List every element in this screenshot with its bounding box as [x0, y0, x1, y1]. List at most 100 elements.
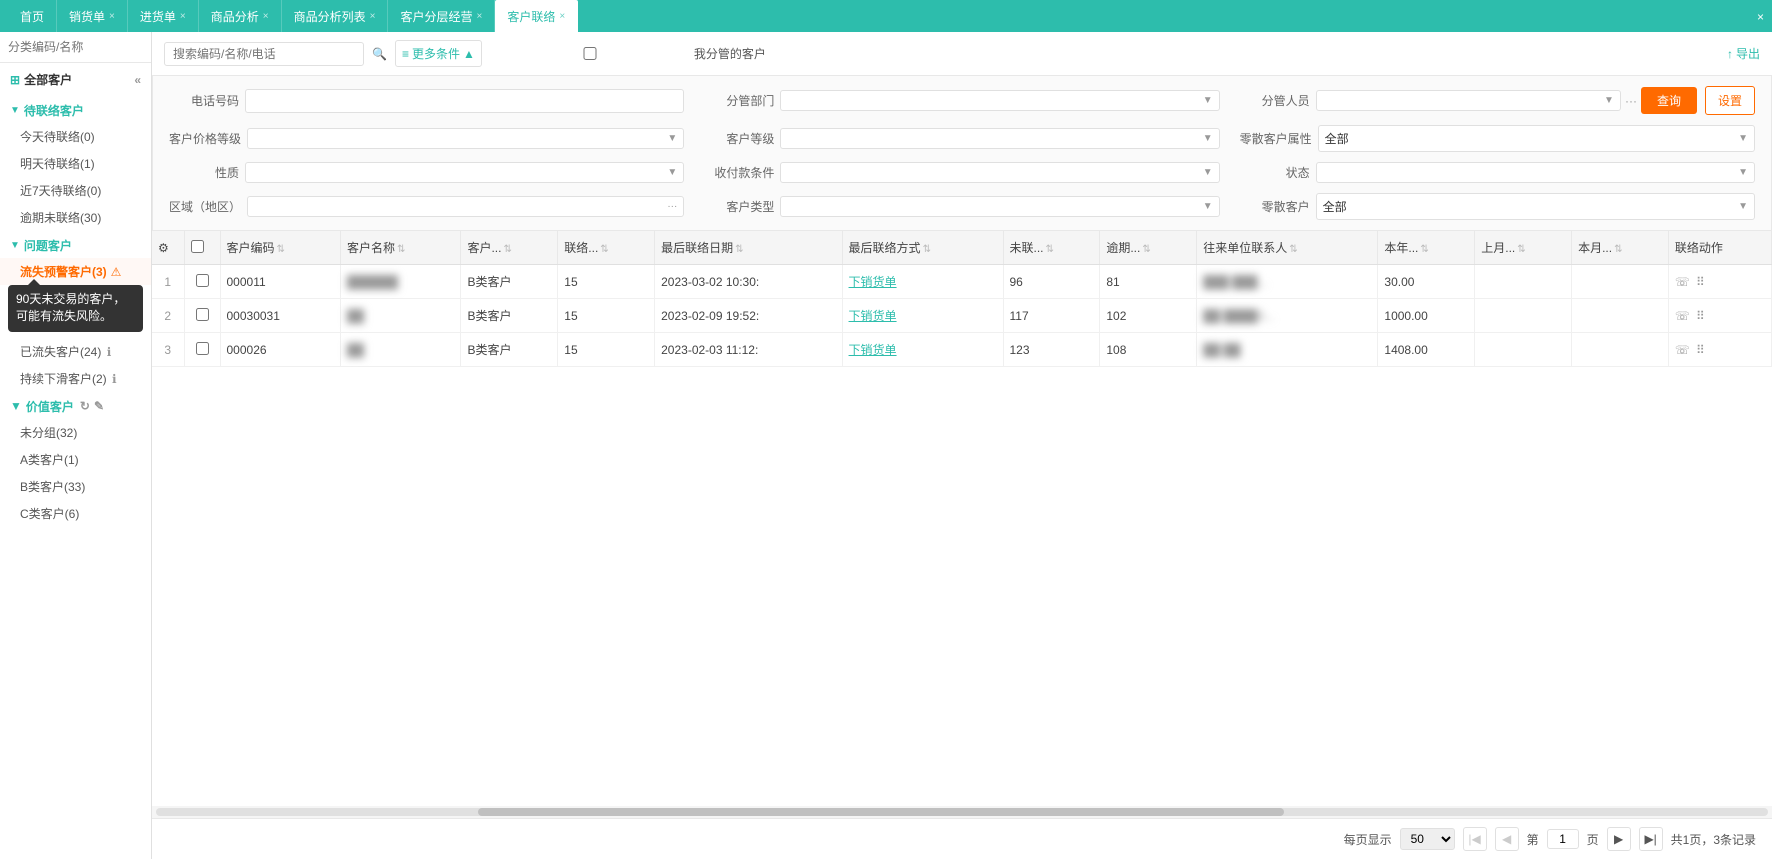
sidebar-section-problem[interactable]: ▼ 问题客户: [0, 231, 151, 258]
edit-icon[interactable]: ✎: [94, 399, 104, 413]
sidebar-item-churned[interactable]: 已流失客户(24) ℹ: [0, 338, 151, 365]
col-code: 客户编码⇅: [220, 231, 340, 265]
tab-purchase-order[interactable]: 进货单 ×: [128, 0, 199, 32]
person-select[interactable]: ▼: [1316, 90, 1621, 111]
prev-page-button[interactable]: ◀: [1495, 827, 1519, 851]
sidebar-item-churn-warning[interactable]: 流失预警客户(3) ⚠: [0, 258, 151, 285]
price-tier-select[interactable]: ▼: [247, 128, 684, 149]
scrollbar-thumb[interactable]: [478, 808, 1284, 816]
row-last-month: [1475, 333, 1572, 367]
retail-attr-select[interactable]: 全部 ▼: [1318, 125, 1755, 152]
row-checkbox[interactable]: [184, 265, 220, 299]
close-icon[interactable]: ×: [370, 11, 376, 22]
status-select[interactable]: ▼: [1316, 162, 1755, 183]
close-icon[interactable]: ×: [263, 11, 269, 22]
row-last-contact-method[interactable]: 下销货单: [842, 299, 1003, 333]
search-btn[interactable]: 🔍: [372, 47, 387, 61]
search-input[interactable]: [164, 42, 364, 66]
close-icon[interactable]: ×: [109, 11, 115, 22]
horizontal-scrollbar[interactable]: [152, 806, 1772, 818]
phone-input[interactable]: [245, 89, 684, 113]
col-last-month: 上月...⇅: [1475, 231, 1572, 265]
col-settings[interactable]: ⚙: [152, 231, 184, 265]
region-select[interactable]: ···: [247, 196, 684, 217]
advanced-filter-panel: 电话号码 分管部门 ▼ 分管人员 ▼ ···: [152, 76, 1772, 231]
sidebar-item-7days-pending[interactable]: 近7天待联络(0): [0, 177, 151, 204]
collapse-icon[interactable]: «: [134, 73, 141, 87]
contact-icon[interactable]: ☏: [1675, 343, 1690, 357]
dept-select[interactable]: ▼: [780, 90, 1219, 111]
more-action-icon[interactable]: ⠿: [1696, 343, 1705, 357]
tab-customer-tier[interactable]: 客户分层经营 ×: [388, 0, 495, 32]
row-name: ██████: [340, 265, 460, 299]
category-search-input[interactable]: [8, 40, 152, 54]
sidebar-item-class-a[interactable]: A类客户(1): [0, 446, 151, 473]
refresh-icon[interactable]: ↻: [80, 399, 90, 413]
contact-icon[interactable]: ☏: [1675, 275, 1690, 289]
tab-sales-order[interactable]: 销货单 ×: [57, 0, 128, 32]
setting-button[interactable]: 设置: [1705, 86, 1755, 115]
expand-arrow-icon: ▼: [10, 399, 22, 413]
contact-icon[interactable]: ☏: [1675, 309, 1690, 323]
query-button[interactable]: 查询: [1641, 87, 1697, 114]
row-uncontacted: 117: [1003, 299, 1100, 333]
row-last-contact-method[interactable]: 下销货单: [842, 265, 1003, 299]
customer-type-select[interactable]: ▼: [780, 196, 1219, 217]
grid-icon: ⊞: [10, 73, 20, 87]
select-all-checkbox[interactable]: [191, 240, 204, 253]
next-page-button[interactable]: ▶: [1607, 827, 1631, 851]
page-number-input[interactable]: [1547, 829, 1579, 849]
page-prefix: 第: [1527, 831, 1539, 848]
customer-tier-select[interactable]: ▼: [780, 128, 1219, 149]
more-conditions-button[interactable]: ≡ 更多条件 ▲: [395, 40, 482, 67]
data-table-wrapper: ⚙ 客户编码⇅ 客户名称⇅ 客户...⇅ 联络...⇅ 最后联络日期⇅ 最后联络…: [152, 231, 1772, 806]
close-icon[interactable]: ×: [180, 11, 186, 22]
customer-tier-label: 客户等级: [704, 130, 774, 147]
first-page-button[interactable]: |◀: [1463, 827, 1487, 851]
row-liaison: ██ ██: [1197, 333, 1378, 367]
warning-icon: ⚠: [111, 265, 122, 279]
sidebar-section-pending[interactable]: ▼ 待联络客户: [0, 96, 151, 123]
export-button[interactable]: ↑ 导出: [1727, 45, 1760, 62]
sidebar-item-ungrouped[interactable]: 未分组(32): [0, 419, 151, 446]
sidebar-section-value[interactable]: ▼ 价值客户 ↻ ✎: [0, 392, 151, 419]
row-last-contact-method[interactable]: 下销货单: [842, 333, 1003, 367]
person-label: 分管人员: [1240, 92, 1310, 109]
tab-customer-contact[interactable]: 客户联络 ×: [495, 0, 578, 32]
my-customers-checkbox-label[interactable]: 我分管的客户: [490, 45, 766, 62]
tab-home[interactable]: 首页: [8, 0, 57, 32]
last-page-button[interactable]: ▶|: [1639, 827, 1663, 851]
row-liaison: ██ ████3...: [1197, 299, 1378, 333]
info-icon: ℹ: [107, 345, 112, 359]
per-page-label: 每页显示: [1344, 831, 1392, 848]
my-customers-checkbox[interactable]: [490, 47, 690, 60]
chevron-down-icon: ▼: [1604, 95, 1614, 106]
nature-select[interactable]: ▼: [245, 162, 684, 183]
sidebar-item-today-pending[interactable]: 今天待联络(0): [0, 123, 151, 150]
payment-select[interactable]: ▼: [780, 162, 1219, 183]
sidebar-item-overdue-contact[interactable]: 逾期未联络(30): [0, 204, 151, 231]
row-liaison: ███ ███...: [1197, 265, 1378, 299]
row-checkbox[interactable]: [184, 333, 220, 367]
col-checkbox[interactable]: [184, 231, 220, 265]
retail-customer-select[interactable]: 全部 ▼: [1316, 193, 1755, 220]
table-row: 2 00030031 ██ B类客户 15 2023-02-09 19:52: …: [152, 299, 1772, 333]
close-all-button[interactable]: ×: [1757, 8, 1764, 24]
more-action-icon[interactable]: ⠿: [1696, 309, 1705, 323]
close-icon[interactable]: ×: [476, 11, 482, 22]
price-tier-label: 客户价格等级: [169, 130, 241, 147]
row-checkbox[interactable]: [184, 299, 220, 333]
more-action-icon[interactable]: ⠿: [1696, 275, 1705, 289]
close-icon[interactable]: ×: [559, 11, 565, 22]
region-label: 区域（地区）: [169, 198, 241, 215]
sidebar-item-class-c[interactable]: C类客户(6): [0, 500, 151, 527]
sidebar-item-tomorrow-pending[interactable]: 明天待联络(1): [0, 150, 151, 177]
tab-product-analysis-list[interactable]: 商品分析列表 ×: [282, 0, 389, 32]
row-overdue: 102: [1100, 299, 1197, 333]
sidebar-item-class-b[interactable]: B类客户(33): [0, 473, 151, 500]
tab-product-analysis[interactable]: 商品分析 ×: [199, 0, 282, 32]
sidebar-item-declining[interactable]: 持续下滑客户(2) ℹ: [0, 365, 151, 392]
filter-row-customer-tier: 客户等级 ▼: [704, 125, 1219, 152]
more-options-icon[interactable]: ···: [1625, 94, 1637, 108]
per-page-select[interactable]: 50 100 200: [1400, 828, 1455, 850]
